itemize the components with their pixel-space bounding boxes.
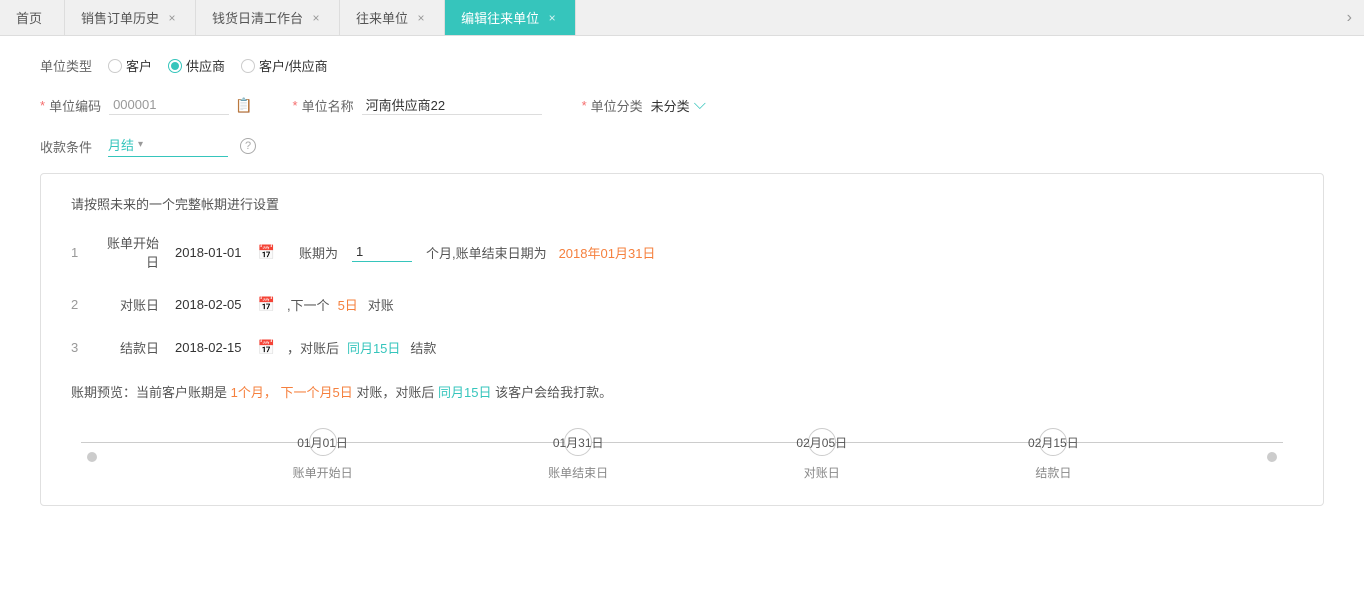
reconcile-date-cal-icon[interactable]: 📅 [258, 296, 275, 313]
payment-terms-row: 收款条件 月结 ▾ ? [40, 135, 1324, 157]
page-content: 单位类型 客户 供应商 客户/供应商 * 单位编码 📋 * 单位名称 [0, 36, 1364, 608]
reconcile-date-label: 对账日 [99, 295, 159, 314]
payment-terms-value: 月结 [108, 135, 134, 154]
right-dot-circle [1267, 452, 1277, 462]
row-num-2: 2 [71, 297, 91, 312]
unit-name-label: 单位名称 [302, 96, 354, 115]
row-num-1: 1 [71, 245, 91, 260]
preview-suffix: 该客户会给我打款。 [495, 385, 612, 400]
node-label-3: 对账日 [804, 464, 840, 481]
preview-prefix: 账期预览：当前客户账期是 [71, 385, 227, 400]
start-date-cal-icon[interactable]: 📅 [258, 244, 275, 261]
tab-close-cash-work[interactable]: × [309, 11, 323, 25]
preview-middle: 对账，对账后 [356, 385, 434, 400]
radio-circle-customer [108, 59, 122, 73]
node-circle-2: 01月31日 [564, 428, 592, 456]
chevron-down-icon: ⌵ [694, 96, 706, 114]
radio-circle-supplier [168, 59, 182, 73]
row-num-3: 3 [71, 340, 91, 355]
tab-close-sales-history[interactable]: × [165, 11, 179, 25]
unit-category-required: * [582, 98, 587, 113]
unit-type-label: 单位类型 [40, 56, 92, 75]
tab-home[interactable]: 首页 [0, 0, 65, 35]
node-circle-3: 02月05日 [808, 428, 836, 456]
unit-type-radio-group: 客户 供应商 客户/供应商 [108, 56, 328, 75]
timeline-right-dot [1267, 432, 1277, 481]
payment-suffix: 结款 [410, 338, 436, 357]
payment-date-cal-icon[interactable]: 📅 [258, 339, 275, 356]
node-circle-1: 01月01日 [309, 428, 337, 456]
start-date-label: 账单开始日 [99, 233, 159, 271]
timeline-node-3: 02月05日 对账日 [804, 428, 840, 481]
tab-close-partner[interactable]: × [414, 11, 428, 25]
period-settings-card: 请按照未来的一个完整帐期进行设置 1 账单开始日 2018-01-01 📅 账期… [40, 173, 1324, 506]
preview-part1: 1个月， [231, 385, 277, 400]
start-date-row: 1 账单开始日 2018-01-01 📅 账期为 个月,账单结束日期为 2018… [71, 233, 1293, 271]
unit-code-field-group: * 单位编码 📋 [40, 95, 253, 115]
unit-name-input[interactable] [362, 95, 542, 115]
start-date-value: 2018-01-01 [175, 245, 242, 260]
payment-date-row: 3 结款日 2018-02-15 📅 ，对账后 同月15日 结款 [71, 338, 1293, 357]
radio-circle-both [241, 59, 255, 73]
node-label-2: 账单结束日 [548, 464, 608, 481]
payment-prefix: ，对账后 [287, 338, 339, 357]
unit-category-select[interactable]: 未分类 ⌵ [651, 96, 706, 115]
payment-date-value: 2018-02-15 [175, 340, 242, 355]
unit-code-required: * [40, 98, 45, 113]
tab-cash-work[interactable]: 钱货日清工作台 × [196, 0, 340, 35]
timeline-node-4: 02月15日 结款日 [1035, 428, 1071, 481]
unit-name-required: * [293, 98, 298, 113]
unit-code-label: 单位编码 [49, 96, 101, 115]
payment-day-highlight: 同月15日 [347, 338, 400, 357]
radio-label-customer: 客户 [126, 56, 152, 75]
unit-category-field-group: * 单位分类 未分类 ⌵ [582, 96, 706, 115]
timeline-container: 01月01日 账单开始日 01月31日 账单结束日 02月05日 对账日 [71, 428, 1293, 481]
chevron-down-icon-payment: ▾ [138, 139, 143, 150]
radio-label-supplier: 供应商 [186, 56, 225, 75]
period-prefix: 账期为 [299, 243, 338, 262]
reconcile-day-highlight: 5日 [338, 295, 358, 314]
unit-code-copy-icon[interactable]: 📋 [235, 97, 252, 114]
reconcile-date-value: 2018-02-05 [175, 297, 242, 312]
preview-text: 账期预览：当前客户账期是 1个月， 下一个月5日 对账，对账后 同月15日 该客… [71, 381, 1293, 404]
timeline-nodes: 01月01日 账单开始日 01月31日 账单结束日 02月05日 对账日 [87, 428, 1277, 481]
radio-both[interactable]: 客户/供应商 [241, 56, 328, 75]
unit-info-row: * 单位编码 📋 * 单位名称 * 单位分类 未分类 ⌵ [40, 95, 1324, 115]
months-input[interactable] [352, 242, 412, 262]
radio-customer[interactable]: 客户 [108, 56, 152, 75]
node-circle-4: 02月15日 [1039, 428, 1067, 456]
preview-part3: 同月15日 [438, 385, 491, 400]
timeline-left-dot [87, 432, 97, 481]
node-label-4: 结款日 [1035, 464, 1071, 481]
tab-edit-partner[interactable]: 编辑往来单位 × [445, 0, 576, 35]
payment-date-label: 结款日 [99, 338, 159, 357]
reconcile-suffix: 对账 [368, 295, 394, 314]
preview-part2: 下一个月5日 [281, 385, 353, 400]
help-icon[interactable]: ? [240, 138, 256, 154]
period-suffix: 个月,账单结束日期为 [426, 243, 547, 262]
tab-sales-history[interactable]: 销售订单历史 × [65, 0, 196, 35]
unit-category-value: 未分类 [651, 96, 690, 115]
unit-type-row: 单位类型 客户 供应商 客户/供应商 [40, 56, 1324, 75]
unit-code-input[interactable] [109, 95, 229, 115]
reconcile-prefix: ,下一个 [287, 295, 330, 314]
timeline-node-2: 01月31日 账单结束日 [548, 428, 608, 481]
tab-more-button[interactable]: › [1335, 9, 1364, 27]
tab-bar: 首页 销售订单历史 × 钱货日清工作台 × 往来单位 × 编辑往来单位 × › [0, 0, 1364, 36]
reconcile-date-row: 2 对账日 2018-02-05 📅 ,下一个 5日 对账 [71, 295, 1293, 314]
radio-supplier[interactable]: 供应商 [168, 56, 225, 75]
tab-partner[interactable]: 往来单位 × [340, 0, 445, 35]
tab-close-edit-partner[interactable]: × [545, 11, 559, 25]
unit-category-label: 单位分类 [591, 96, 643, 115]
unit-name-field-group: * 单位名称 [293, 95, 542, 115]
end-date-highlight: 2018年01月31日 [559, 243, 656, 262]
payment-terms-select[interactable]: 月结 ▾ [108, 135, 228, 157]
timeline-node-1: 01月01日 账单开始日 [293, 428, 353, 481]
left-dot-circle [87, 452, 97, 462]
card-title: 请按照未来的一个完整帐期进行设置 [71, 194, 1293, 213]
payment-terms-label: 收款条件 [40, 137, 92, 156]
radio-label-both: 客户/供应商 [259, 56, 328, 75]
node-label-1: 账单开始日 [293, 464, 353, 481]
